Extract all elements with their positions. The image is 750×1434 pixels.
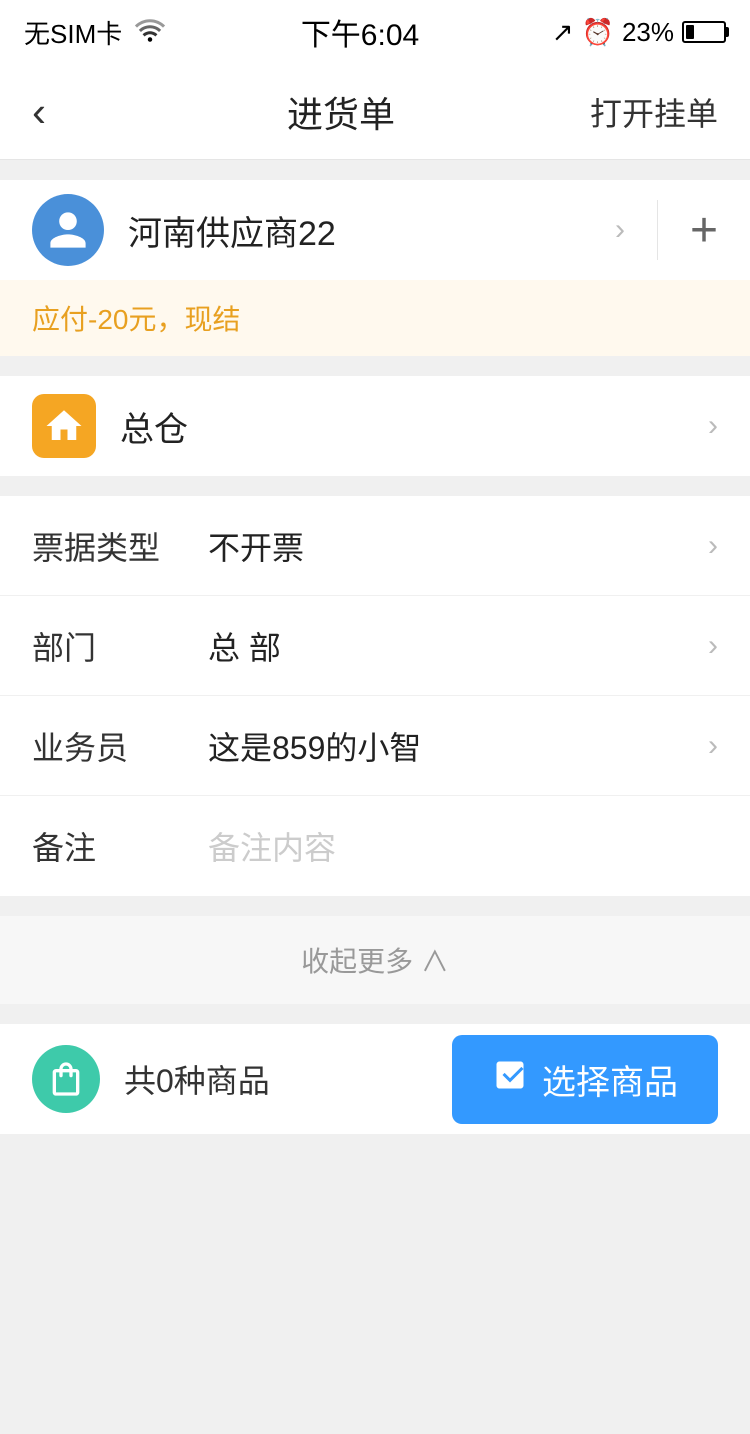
product-icon	[32, 1045, 100, 1113]
invoice-type-chevron-icon: ›	[708, 529, 718, 563]
back-icon: ‹	[32, 88, 46, 136]
department-label: 部门	[32, 623, 192, 669]
carrier-label: 无SIM卡	[24, 14, 122, 51]
invoice-type-value: 不开票	[208, 523, 708, 569]
salesperson-chevron-icon: ›	[708, 729, 718, 763]
person-icon	[46, 208, 90, 252]
nav-bar: ‹ 进货单 打开挂单	[0, 64, 750, 160]
time-label: 下午6:04	[301, 10, 419, 54]
add-supplier-button[interactable]: +	[657, 200, 718, 260]
page-title: 进货单	[287, 86, 395, 138]
supplier-section[interactable]: 河南供应商22 › +	[0, 180, 750, 280]
product-footer: 共0种商品 选择商品	[0, 1024, 750, 1134]
collapse-text: 收起更多 ∧	[301, 940, 449, 980]
warehouse-chevron-icon: ›	[708, 409, 718, 443]
supplier-chevron-icon: ›	[615, 213, 625, 247]
department-chevron-icon: ›	[708, 629, 718, 663]
battery-percent: 23%	[622, 17, 674, 48]
invoice-type-label: 票据类型	[32, 523, 192, 569]
supplier-avatar	[32, 194, 104, 266]
select-product-button[interactable]: 选择商品	[452, 1035, 718, 1124]
department-value: 总 部	[208, 623, 708, 669]
home-icon	[43, 405, 85, 447]
location-icon: ↗	[552, 17, 574, 48]
warehouse-icon	[32, 394, 96, 458]
salesperson-label: 业务员	[32, 723, 192, 769]
alarm-icon: ⏰	[582, 17, 614, 48]
notice-bar: 应付-20元，现结	[0, 280, 750, 356]
wifi-icon	[132, 15, 168, 50]
shopping-bag-icon	[46, 1059, 86, 1099]
product-count-label: 共0种商品	[124, 1056, 452, 1102]
remark-input[interactable]: 备注内容	[208, 823, 718, 869]
bottom-area	[0, 1134, 750, 1434]
warehouse-section[interactable]: 总仓 ›	[0, 376, 750, 476]
department-row[interactable]: 部门 总 部 ›	[0, 596, 750, 696]
select-product-icon	[492, 1057, 528, 1102]
status-left: 无SIM卡	[24, 14, 168, 51]
status-right: ↗ ⏰ 23%	[552, 17, 726, 48]
salesperson-value: 这是859的小智	[208, 723, 708, 769]
supplier-name: 河南供应商22	[128, 206, 615, 255]
back-button[interactable]: ‹	[32, 88, 92, 136]
salesperson-row[interactable]: 业务员 这是859的小智 ›	[0, 696, 750, 796]
battery-icon	[682, 21, 726, 43]
select-product-label: 选择商品	[542, 1055, 678, 1104]
status-bar: 无SIM卡 下午6:04 ↗ ⏰ 23%	[0, 0, 750, 64]
notice-text: 应付-20元，现结	[32, 304, 240, 335]
warehouse-name: 总仓	[120, 402, 708, 451]
open-pending-button[interactable]: 打开挂单	[590, 89, 718, 135]
form-section: 票据类型 不开票 › 部门 总 部 › 业务员 这是859的小智 › 备注 备注…	[0, 496, 750, 896]
collapse-bar[interactable]: 收起更多 ∧	[0, 916, 750, 1004]
remark-row[interactable]: 备注 备注内容	[0, 796, 750, 896]
invoice-type-row[interactable]: 票据类型 不开票 ›	[0, 496, 750, 596]
divider-1	[0, 160, 750, 180]
remark-label: 备注	[32, 823, 192, 869]
